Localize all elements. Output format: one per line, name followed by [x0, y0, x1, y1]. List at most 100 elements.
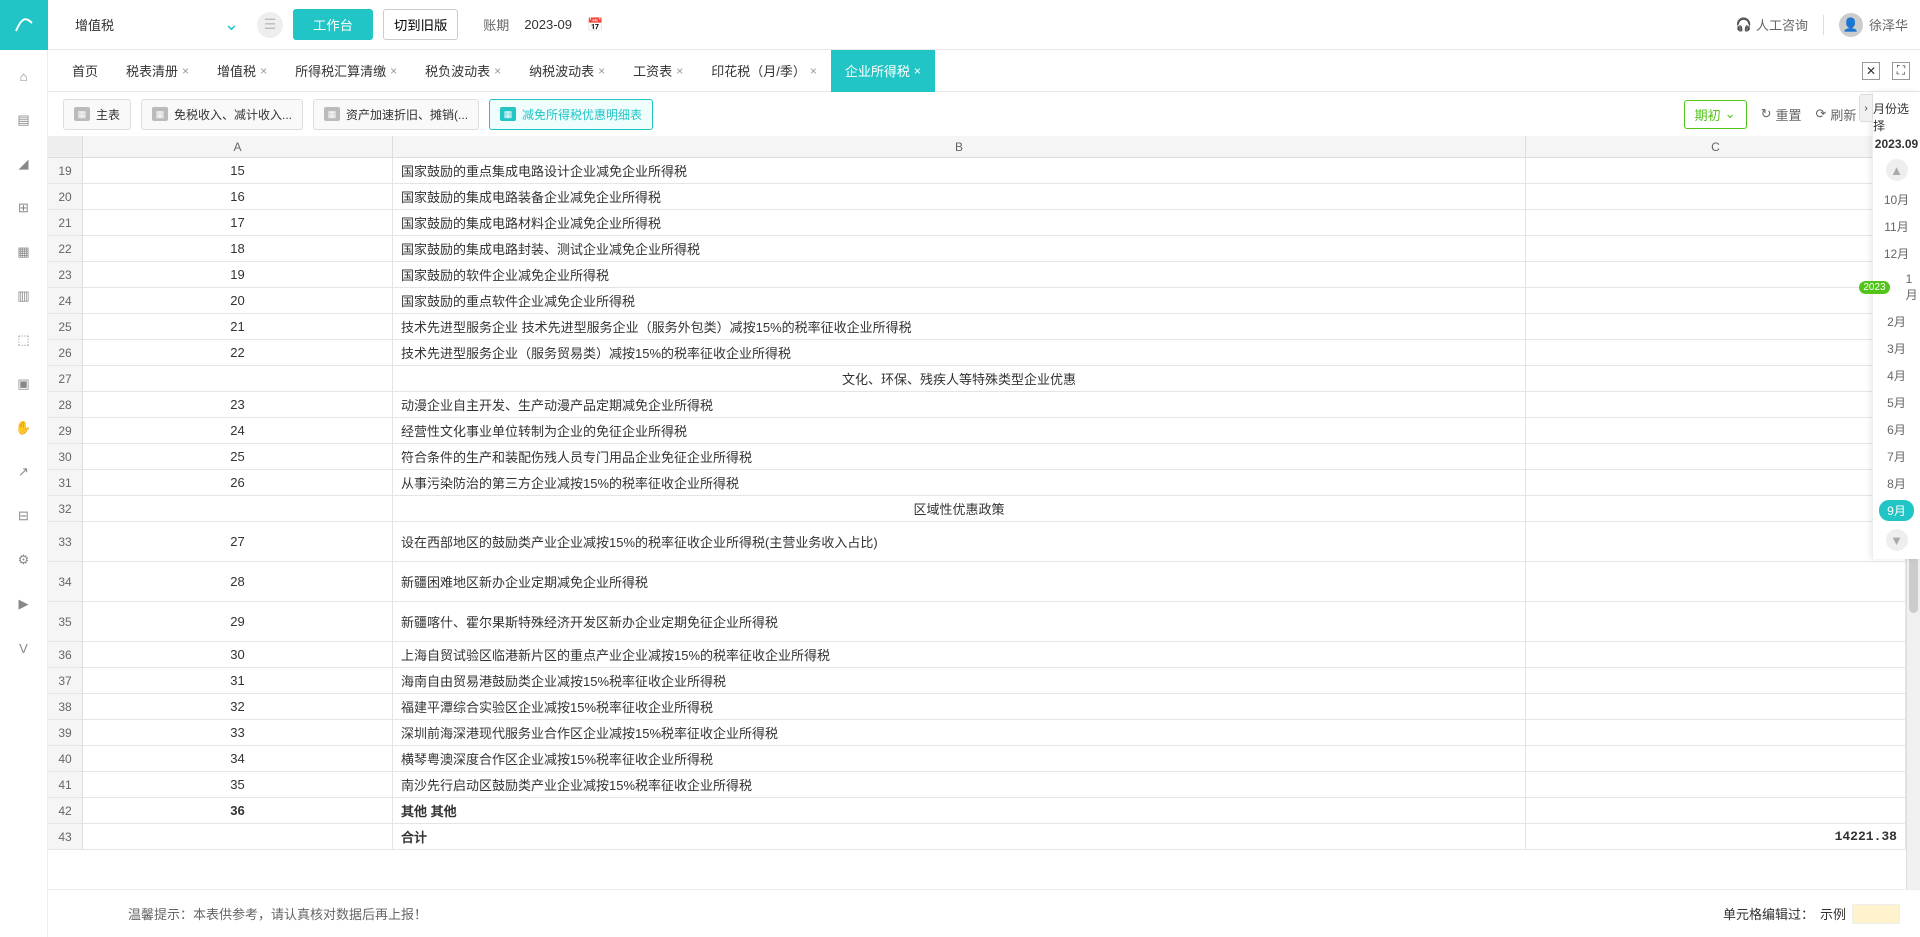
- cell-a[interactable]: 33: [83, 720, 393, 745]
- video-icon[interactable]: ▶: [13, 593, 35, 615]
- cell-a[interactable]: 21: [83, 314, 393, 339]
- cell-b[interactable]: 深圳前海深港现代服务业合作区企业减按15%税率征收企业所得税: [393, 720, 1526, 745]
- row-number[interactable]: 41: [48, 772, 83, 797]
- cell-b[interactable]: 海南自由贸易港鼓励类企业减按15%税率征收企业所得税: [393, 668, 1526, 693]
- row-number[interactable]: 23: [48, 262, 83, 287]
- cell-b[interactable]: 设在西部地区的鼓励类产业企业减按15%的税率征收企业所得税(主营业务收入占比): [393, 522, 1526, 561]
- row-number[interactable]: 25: [48, 314, 83, 339]
- doc-icon[interactable]: ☰: [257, 12, 283, 38]
- cell-b[interactable]: 国家鼓励的集成电路材料企业减免企业所得税: [393, 210, 1526, 235]
- month-down-icon[interactable]: ▼: [1886, 529, 1908, 551]
- chart-icon[interactable]: ◢: [13, 153, 35, 175]
- clipboard-icon[interactable]: ▦: [13, 241, 35, 263]
- cell-a[interactable]: 25: [83, 444, 393, 469]
- month-up-icon[interactable]: ▲: [1886, 159, 1908, 181]
- tab-2[interactable]: 增值税×: [203, 50, 281, 92]
- subtab-0[interactable]: ▦主表: [63, 99, 131, 130]
- close-icon[interactable]: ×: [494, 64, 501, 78]
- month-item[interactable]: 3月: [1881, 338, 1912, 359]
- switch-old-button[interactable]: 切到旧版: [383, 9, 458, 40]
- cell-b[interactable]: 文化、环保、残疾人等特殊类型企业优惠: [393, 366, 1526, 391]
- cell-a[interactable]: [83, 824, 393, 849]
- cell-b[interactable]: 国家鼓励的重点集成电路设计企业减免企业所得税: [393, 158, 1526, 183]
- cell-c[interactable]: [1526, 720, 1906, 745]
- cell-a[interactable]: 27: [83, 522, 393, 561]
- consult-button[interactable]: 🎧 人工咨询: [1736, 15, 1808, 34]
- cell-c[interactable]: [1526, 602, 1906, 641]
- cell-b[interactable]: 从事污染防治的第三方企业减按15%的税率征收企业所得税: [393, 470, 1526, 495]
- close-icon[interactable]: ×: [676, 64, 683, 78]
- cell-b[interactable]: 合计: [393, 824, 1526, 849]
- close-icon[interactable]: ×: [810, 64, 817, 78]
- month-item[interactable]: 8月: [1881, 473, 1912, 494]
- row-number[interactable]: 24: [48, 288, 83, 313]
- col-header-a[interactable]: A: [83, 136, 393, 157]
- close-icon[interactable]: ×: [182, 64, 189, 78]
- row-number[interactable]: 34: [48, 562, 83, 601]
- cell-c[interactable]: [1526, 184, 1906, 209]
- month-item[interactable]: 9月: [1879, 500, 1914, 521]
- cell-a[interactable]: 15: [83, 158, 393, 183]
- cell-b[interactable]: 上海自贸试验区临港新片区的重点产业企业减按15%的税率征收企业所得税: [393, 642, 1526, 667]
- cell-c[interactable]: [1526, 522, 1906, 561]
- tab-1[interactable]: 税表清册×: [112, 50, 203, 92]
- select-all-corner[interactable]: [48, 136, 83, 157]
- cell-a[interactable]: 35: [83, 772, 393, 797]
- cell-b[interactable]: 符合条件的生产和装配伤残人员专门用品企业免征企业所得税: [393, 444, 1526, 469]
- cell-c[interactable]: [1526, 262, 1906, 287]
- cell-c[interactable]: [1526, 668, 1906, 693]
- tab-0[interactable]: 首页: [58, 50, 112, 92]
- row-number[interactable]: 35: [48, 602, 83, 641]
- app-logo[interactable]: [0, 0, 48, 50]
- expand-icon[interactable]: ⛶: [1892, 62, 1910, 80]
- row-number[interactable]: 31: [48, 470, 83, 495]
- subtab-2[interactable]: ▦资产加速折旧、摊销(...: [313, 99, 479, 130]
- month-item[interactable]: 7月: [1881, 446, 1912, 467]
- cell-a[interactable]: 32: [83, 694, 393, 719]
- cell-b[interactable]: 国家鼓励的重点软件企业减免企业所得税: [393, 288, 1526, 313]
- export-icon[interactable]: ↗: [13, 461, 35, 483]
- cell-c[interactable]: [1526, 496, 1906, 521]
- cell-c[interactable]: [1526, 288, 1906, 313]
- row-number[interactable]: 36: [48, 642, 83, 667]
- month-item[interactable]: 11月: [1878, 216, 1914, 237]
- cell-c[interactable]: [1526, 340, 1906, 365]
- subtab-3[interactable]: ▦减免所得税优惠明细表: [489, 99, 653, 130]
- cell-a[interactable]: 20: [83, 288, 393, 313]
- row-number[interactable]: 39: [48, 720, 83, 745]
- cell-a[interactable]: 22: [83, 340, 393, 365]
- cell-c[interactable]: [1526, 236, 1906, 261]
- row-number[interactable]: 37: [48, 668, 83, 693]
- cell-c[interactable]: [1526, 418, 1906, 443]
- subtab-1[interactable]: ▦免税收入、减计收入...: [141, 99, 303, 130]
- cell-a[interactable]: 30: [83, 642, 393, 667]
- cell-b[interactable]: 其他 其他: [393, 798, 1526, 823]
- month-item[interactable]: 12月: [1878, 243, 1915, 264]
- cell-a[interactable]: 16: [83, 184, 393, 209]
- cell-b[interactable]: 新疆困难地区新办企业定期减免企业所得税: [393, 562, 1526, 601]
- row-number[interactable]: 40: [48, 746, 83, 771]
- template-icon[interactable]: ⬚: [13, 329, 35, 351]
- cell-c[interactable]: [1526, 562, 1906, 601]
- collapse-month-panel[interactable]: ›: [1859, 94, 1873, 122]
- tab-3[interactable]: 所得税汇算清缴×: [281, 50, 411, 92]
- tab-6[interactable]: 工资表×: [619, 50, 697, 92]
- cell-b[interactable]: 动漫企业自主开发、生产动漫产品定期减免企业所得税: [393, 392, 1526, 417]
- cell-c[interactable]: [1526, 798, 1906, 823]
- cell-b[interactable]: 新疆喀什、霍尔果斯特殊经济开发区新办企业定期免征企业所得税: [393, 602, 1526, 641]
- tab-4[interactable]: 税负波动表×: [411, 50, 515, 92]
- cell-a[interactable]: 31: [83, 668, 393, 693]
- cell-c[interactable]: [1526, 158, 1906, 183]
- cell-c[interactable]: [1526, 444, 1906, 469]
- cell-c[interactable]: [1526, 746, 1906, 771]
- cell-c[interactable]: [1526, 772, 1906, 797]
- cell-b[interactable]: 福建平潭综合实验区企业减按15%税率征收企业所得税: [393, 694, 1526, 719]
- inbox-icon[interactable]: ⊟: [13, 505, 35, 527]
- cell-a[interactable]: 24: [83, 418, 393, 443]
- cell-b[interactable]: 国家鼓励的集成电路装备企业减免企业所得税: [393, 184, 1526, 209]
- hand-icon[interactable]: ✋: [13, 417, 35, 439]
- cell-b[interactable]: 南沙先行启动区鼓励类产业企业减按15%税率征收企业所得税: [393, 772, 1526, 797]
- cell-c[interactable]: [1526, 392, 1906, 417]
- bag-icon[interactable]: ⊞: [13, 197, 35, 219]
- cell-a[interactable]: [83, 496, 393, 521]
